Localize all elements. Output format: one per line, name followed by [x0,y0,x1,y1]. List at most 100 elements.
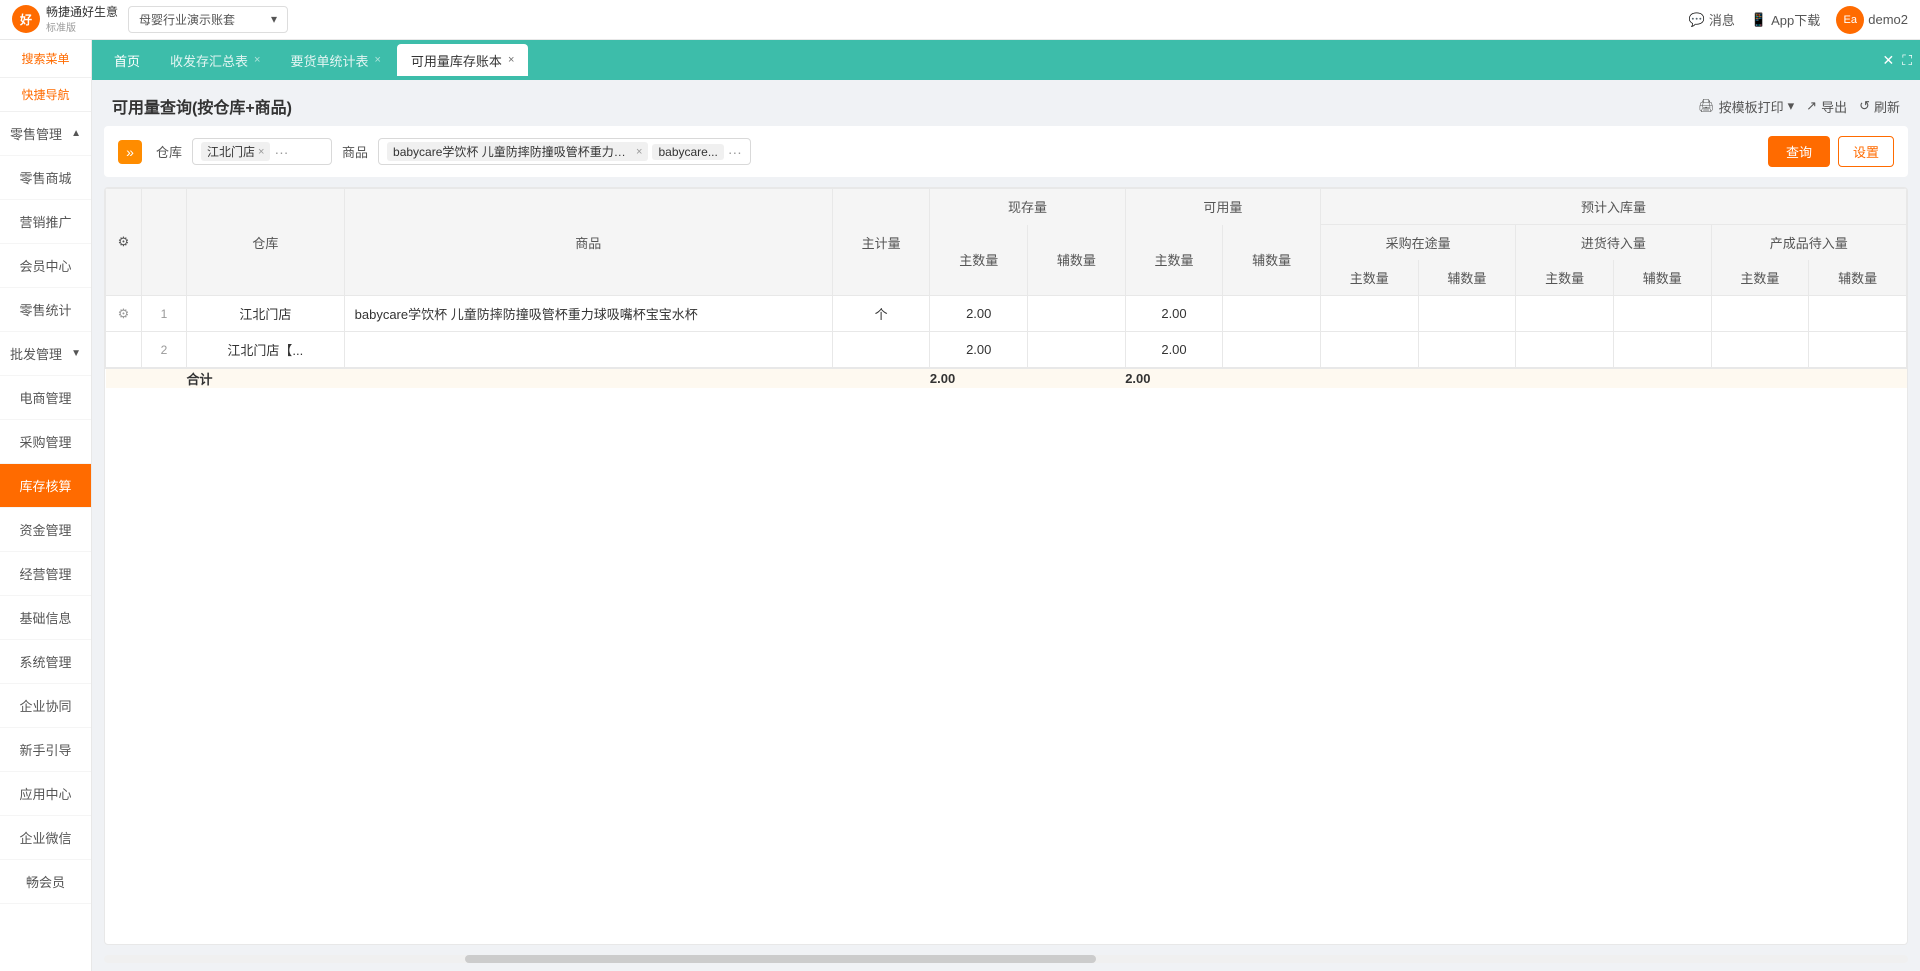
row2-available-sub [1223,332,1321,369]
th-purchase-in-sub: 辅数量 [1418,260,1516,296]
app-download-btn[interactable]: 📱 App下载 [1751,10,1820,29]
print-icon: 🖨 [1698,98,1715,114]
tab-receivable[interactable]: 收发存汇总表 × [156,44,274,76]
row1-purchase-in-sub [1418,296,1516,332]
tab-available-stock-close[interactable]: × [508,54,514,66]
sidebar-item-label: 系统管理 [19,652,71,671]
row1-incoming-main [1516,296,1614,332]
logo-area: 好 畅捷通好生意 标准版 [12,5,118,34]
export-btn[interactable]: ↗ 导出 [1806,97,1847,116]
page-header: 可用量查询(按仓库+商品) 🖨 按模板打印 ▾ ↗ 导出 ↺ 刷新 [92,80,1920,126]
sidebar-item-enterprise-collab[interactable]: 企业协同 [0,684,91,728]
row1-warehouse: 江北门店 [187,296,345,332]
sidebar-item-retail-stats[interactable]: 零售统计 [0,288,91,332]
tab-order-stats-close[interactable]: × [374,54,380,66]
th-purchase-in: 采购在途量 [1320,225,1515,261]
sidebar-item-new-guide[interactable]: 新手引导 [0,728,91,772]
sidebar-item-business-mgmt[interactable]: 经营管理 [0,552,91,596]
row2-gear[interactable] [106,332,142,369]
sidebar-search[interactable]: 搜索菜单 [0,40,91,78]
sidebar-item-member-center[interactable]: 会员中心 [0,244,91,288]
footer-incoming-main [1516,368,1614,388]
sidebar-item-label: 资金管理 [19,520,71,539]
filter-toggle-btn[interactable]: » [118,140,142,164]
user-area[interactable]: Ea demo2 [1836,6,1908,34]
product-more[interactable]: ··· [728,144,742,160]
print-btn[interactable]: 🖨 按模板打印 ▾ [1698,97,1794,116]
logo-text: 畅捷通好生意 [46,5,118,19]
warehouse-filter[interactable]: 江北门店 × ··· [192,138,332,165]
sidebar-item-marketing[interactable]: 营销推广 [0,200,91,244]
table-row: ⚙ 1 江北门店 babycare学饮杯 儿童防摔防撞吸管杯重力球吸嘴杯宝宝水杯… [106,296,1907,332]
sidebar-item-label: 企业协同 [19,696,71,715]
tab-home[interactable]: 首页 [100,44,154,76]
sidebar-item-retail-mall[interactable]: 零售商城 [0,156,91,200]
row2-incoming-main [1516,332,1614,369]
sidebar-item-label: 批发管理 [10,344,62,363]
tab-available-stock-label: 可用量库存账本 [411,51,502,70]
row1-current-main: 2.00 [930,296,1028,332]
warehouse-tag-close[interactable]: × [258,146,264,158]
query-button[interactable]: 查询 [1768,136,1830,167]
export-label: 导出 [1821,97,1847,116]
sidebar-quick-nav[interactable]: 快捷导航 [0,78,91,112]
tab-maximize-icon[interactable]: ⛶ [1902,52,1912,69]
table-scroll-bar[interactable] [104,955,1908,963]
footer-label: 合计 [187,368,930,388]
refresh-btn[interactable]: ↺ 刷新 [1859,97,1900,116]
gear-icon[interactable]: ⚙ [118,306,130,321]
th-main-unit: 主计量 [832,189,930,296]
tab-receivable-close[interactable]: × [254,54,260,66]
product-filter[interactable]: babycare学饮杯 儿童防摔防撞吸管杯重力球吸嘴杯宝宝水杯 × babyca… [378,138,751,165]
sidebar-item-wholesale-mgmt[interactable]: 批发管理 ▼ [0,332,91,376]
tab-bar: 首页 收发存汇总表 × 要货单统计表 × 可用量库存账本 × ✕ ⛶ [92,40,1920,80]
sidebar-item-finance-mgmt[interactable]: 资金管理 [0,508,91,552]
sidebar-item-basic-info[interactable]: 基础信息 [0,596,91,640]
top-bar-right: 💬 消息 📱 App下载 Ea demo2 [1689,6,1908,34]
message-btn[interactable]: 💬 消息 [1689,10,1735,29]
tab-close-all-icon[interactable]: ✕ [1882,52,1894,69]
sidebar-item-pro-member[interactable]: 畅会员 [0,860,91,904]
table-scroll-thumb[interactable] [465,955,1096,963]
sidebar-item-inventory-check[interactable]: 库存核算 [0,464,91,508]
sidebar-item-label: 企业微信 [19,828,71,847]
sidebar-item-label: 零售统计 [19,300,71,319]
row2-purchase-in-sub [1418,332,1516,369]
tab-order-stats[interactable]: 要货单统计表 × [276,44,394,76]
industry-selector[interactable]: 母婴行业演示账套 ▾ [128,6,288,33]
product-tag1-close[interactable]: × [636,146,642,158]
avatar: Ea [1836,6,1864,34]
export-icon: ↗ [1806,98,1817,114]
sidebar-item-ecom-mgmt[interactable]: 电商管理 [0,376,91,420]
chevron-down-icon: ▾ [271,12,277,26]
sidebar-item-label: 零售商城 [19,168,71,187]
app-download-label: App下载 [1771,10,1820,29]
row2-production-sub [1809,332,1907,369]
refresh-icon: ↺ [1859,98,1870,114]
product-label: 商品 [342,142,368,161]
sidebar-item-label: 基础信息 [19,608,71,627]
warehouse-more[interactable]: ··· [274,144,288,160]
th-current-main: 主数量 [930,225,1028,296]
tab-order-stats-label: 要货单统计表 [290,51,368,70]
sidebar: 搜索菜单 快捷导航 零售管理 ▲ 零售商城 营销推广 会员中心 零售统计 批发管… [0,40,92,971]
gear-icon[interactable]: ⚙ [118,234,130,249]
sidebar-item-app-center[interactable]: 应用中心 [0,772,91,816]
sidebar-item-retail-mgmt[interactable]: 零售管理 ▲ [0,112,91,156]
table-row: 2 江北门店【... 2.00 2.00 [106,332,1907,369]
sidebar-item-system-mgmt[interactable]: 系统管理 [0,640,91,684]
page-title: 可用量查询(按仓库+商品) [112,94,292,118]
footer-purchase-in-main [1320,368,1418,388]
row2-current-main: 2.00 [930,332,1028,369]
sidebar-item-enterprise-wechat[interactable]: 企业微信 [0,816,91,860]
th-production: 产成品待入量 [1711,225,1906,261]
sidebar-item-purchase-mgmt[interactable]: 采购管理 [0,420,91,464]
tab-available-stock[interactable]: 可用量库存账本 × [397,44,528,76]
footer-available-main: 2.00 [1125,368,1223,388]
settings-button[interactable]: 设置 [1838,136,1894,167]
page-content: 可用量查询(按仓库+商品) 🖨 按模板打印 ▾ ↗ 导出 ↺ 刷新 [92,80,1920,971]
row1-gear[interactable]: ⚙ [106,296,142,332]
sidebar-item-label: 零售管理 [10,124,62,143]
footer-num [142,368,187,388]
th-available-sub: 辅数量 [1223,225,1321,296]
